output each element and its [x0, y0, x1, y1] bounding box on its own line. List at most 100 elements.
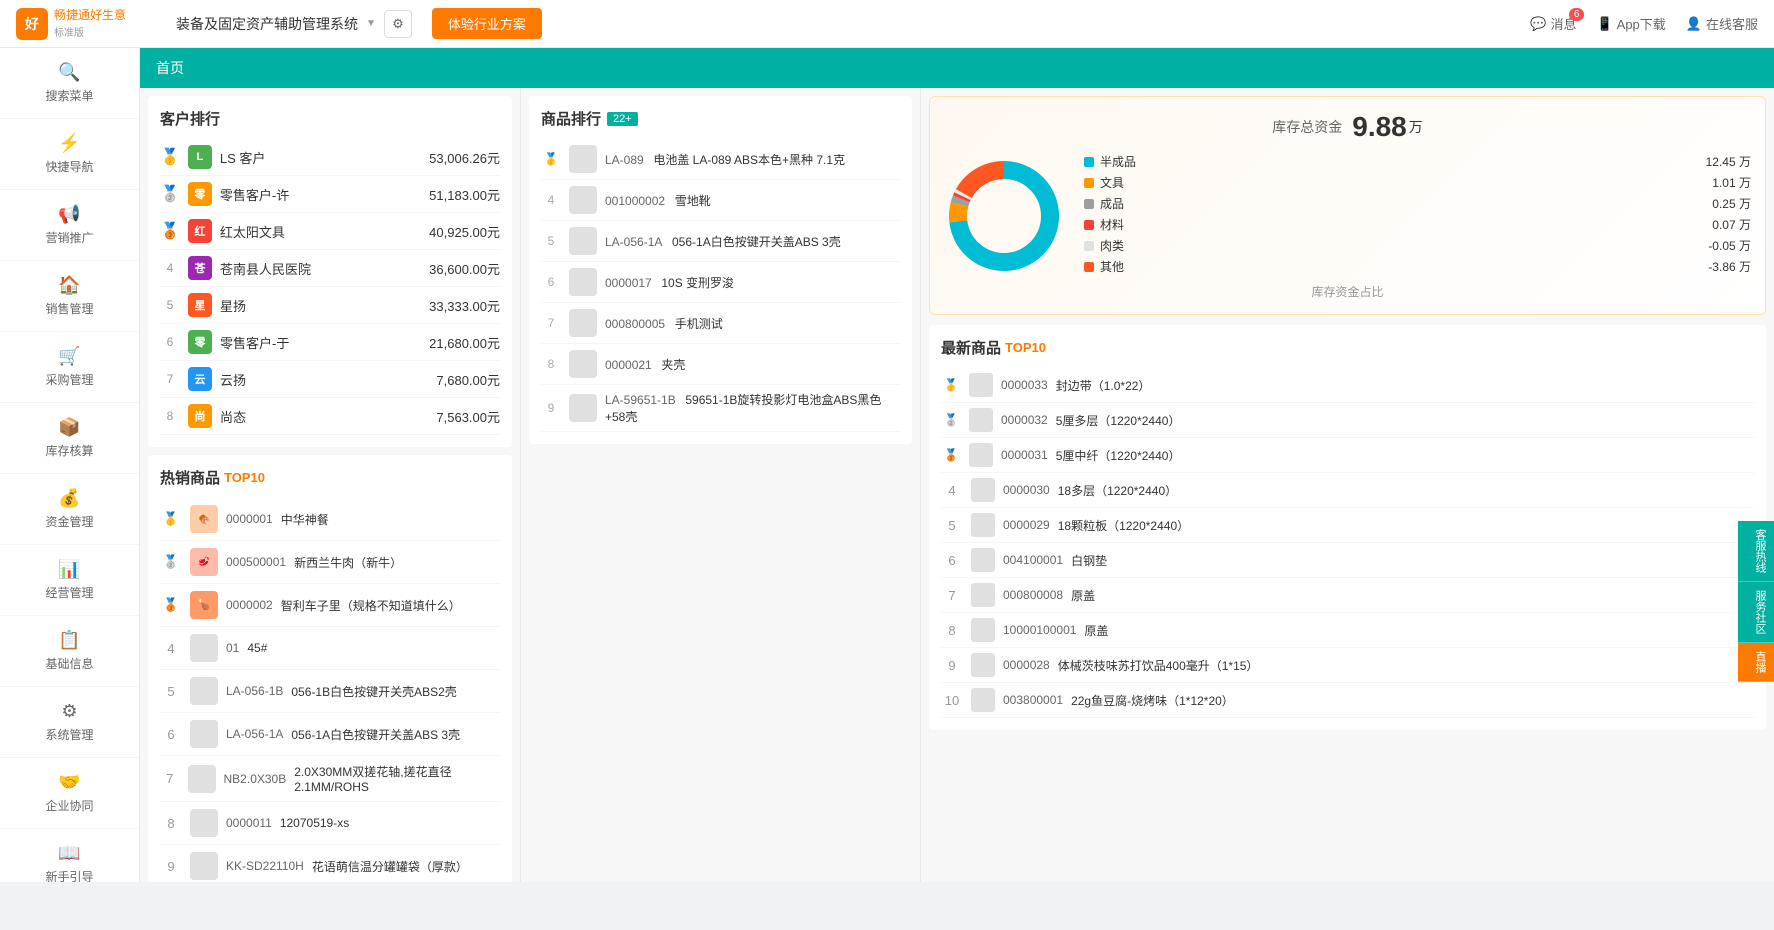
- left-panel: 客户排行 🥇 L LS 客户 53,006.26元 🥈 零 零售客户-许 51,…: [140, 88, 520, 882]
- hot-products-top10: TOP10: [224, 470, 265, 485]
- prod-code: 0000002: [226, 598, 273, 612]
- float-btn-service[interactable]: 客服热线: [1738, 521, 1774, 582]
- purchase-icon: 🛒: [58, 346, 80, 367]
- prod-code: KK-SD22110H: [226, 859, 304, 873]
- legend-name: 肉类: [1100, 237, 1702, 254]
- customer-name: 零售客户-于: [220, 333, 421, 352]
- legend-name: 半成品: [1100, 153, 1700, 170]
- sidebar-item-collab[interactable]: 🤝 企业协同: [0, 758, 139, 829]
- sidebar-item-system[interactable]: ⚙ 系统管理: [0, 687, 139, 758]
- customer-amount: 7,563.00元: [436, 407, 500, 426]
- sidebar-item-marketing-label: 营销推广: [45, 229, 93, 246]
- prod-info: 001000002 雪地靴: [605, 192, 900, 209]
- customer-amount: 21,680.00元: [429, 333, 500, 352]
- marketing-icon: 📢: [58, 204, 80, 225]
- legend-dot: [1084, 241, 1094, 251]
- system-selector: 装备及固定资产辅助管理系统 ▼ ⚙ 体验行业方案: [176, 8, 542, 39]
- rank-number: 6: [160, 335, 180, 349]
- sidebar-item-purchase[interactable]: 🛒 采购管理: [0, 332, 139, 403]
- message-badge: 6: [1569, 8, 1585, 21]
- prod-code: LA-056-1B: [226, 684, 283, 698]
- customer-amount: 36,600.00元: [429, 259, 500, 278]
- legend-name: 其他: [1100, 258, 1702, 275]
- legend-name: 材料: [1100, 216, 1706, 233]
- prod-rank: 9: [541, 401, 561, 415]
- prod-code: LA-056-1A: [226, 727, 283, 741]
- prod-item: 4 001000002 雪地靴: [541, 180, 900, 221]
- inventory-card: 库存总资金 9.88 万: [929, 96, 1766, 315]
- hot-rank: 🥈: [160, 554, 182, 570]
- prod-img: [188, 765, 216, 793]
- sidebar-item-basics[interactable]: 📋 基础信息: [0, 616, 139, 687]
- online-service-icon[interactable]: 👤 在线客服: [1686, 14, 1758, 33]
- new-prod-info: 0000029 18颗粒板（1220*2440）: [1003, 517, 1754, 534]
- prod-rank: 6: [541, 275, 561, 289]
- hot-rank: 🥉: [160, 597, 182, 613]
- new-products-title: 最新商品: [941, 337, 1001, 358]
- new-prod-img: [969, 408, 993, 432]
- prod-img: 🥩: [190, 548, 218, 576]
- hot-prod-item: 7 NB2.0X30B 2.0X30MM双搓花轴,搓花直径2.1MM/ROHS: [160, 756, 500, 802]
- inventory-icon: 📦: [58, 417, 80, 438]
- sidebar-item-finance[interactable]: 💰 资金管理: [0, 474, 139, 545]
- prod-img: 🍗: [190, 591, 218, 619]
- app-download-icon[interactable]: 📱 App下载: [1596, 14, 1665, 33]
- legend-item: 其他 -3.86 万: [1084, 258, 1751, 275]
- gear-button[interactable]: ⚙: [384, 10, 412, 38]
- prod-img: [190, 720, 218, 748]
- new-prod-info: 0000033 封边带（1.0*22）: [1001, 377, 1754, 394]
- new-prod-img: [971, 618, 995, 642]
- sidebar-item-quicknav-label: 快捷导航: [45, 158, 93, 175]
- right-panel: 库存总资金 9.88 万: [920, 88, 1774, 882]
- customer-name: 尚态: [220, 407, 428, 426]
- prod-name: 45#: [247, 641, 267, 655]
- sidebar-item-quicknav[interactable]: ⚡ 快捷导航: [0, 119, 139, 190]
- new-prod-item: 4 0000030 18多层（1220*2440）: [941, 473, 1754, 508]
- prod-info: LA-089 电池盖 LA-089 ABS本色+黑种 7.1克: [605, 151, 900, 168]
- message-icon[interactable]: 💬 消息 6: [1530, 14, 1576, 33]
- prod-img: [569, 350, 597, 378]
- prod-code: 000500001: [226, 555, 286, 569]
- new-prod-img: [971, 548, 995, 572]
- prod-img: [569, 227, 597, 255]
- new-prod-name: 原盖: [1084, 622, 1108, 639]
- prod-rank: 7: [541, 316, 561, 330]
- prod-img: [569, 309, 597, 337]
- customer-rank-card: 客户排行 🥇 L LS 客户 53,006.26元 🥈 零 零售客户-许 51,…: [148, 96, 512, 447]
- trial-button[interactable]: 体验行业方案: [432, 8, 542, 39]
- prod-code: 0000001: [226, 512, 273, 526]
- float-btn-community[interactable]: 服务社区: [1738, 582, 1774, 643]
- prod-info: LA-59651-1B 59651-1B旋转投影灯电池盒ABS黑色+58壳: [605, 391, 900, 425]
- inventory-amount: 9.88: [1352, 111, 1407, 143]
- sidebar-item-guide-label: 新手引导: [45, 868, 93, 882]
- hot-products-header: 热销商品 TOP10: [160, 467, 500, 488]
- sidebar-item-inventory[interactable]: 📦 库存核算: [0, 403, 139, 474]
- finance-icon: 💰: [58, 488, 80, 509]
- customer-rank-title: 客户排行: [160, 111, 220, 128]
- prod-img: 🍖: [190, 505, 218, 533]
- rank-item: 4 苍 苍南县人民医院 36,600.00元: [160, 250, 500, 287]
- rank-number: 5: [160, 298, 180, 312]
- sidebar-item-guide[interactable]: 📖 新手引导: [0, 829, 139, 882]
- rank-number: 4: [160, 261, 180, 275]
- new-prod-img: [969, 443, 993, 467]
- new-prod-item: 10 003800001 22g鱼豆腐-烧烤味（1*12*20）: [941, 683, 1754, 718]
- sidebar-item-sales[interactable]: 🏠 销售管理: [0, 261, 139, 332]
- sidebar-item-search-label: 搜索菜单: [45, 87, 93, 104]
- system-name: 装备及固定资产辅助管理系统: [176, 14, 358, 34]
- sidebar-item-operations[interactable]: 📊 经营管理: [0, 545, 139, 616]
- new-prod-name: 5厘多层（1220*2440）: [1056, 412, 1181, 429]
- dropdown-arrow-icon[interactable]: ▼: [366, 18, 376, 29]
- prod-img: [190, 852, 218, 880]
- legend-dot: [1084, 262, 1094, 272]
- new-products-top10: TOP10: [1005, 340, 1046, 355]
- float-btn-live[interactable]: 直播: [1738, 643, 1774, 682]
- customer-name: 红太阳文具: [220, 222, 421, 241]
- prod-img: [569, 186, 597, 214]
- rank-number: 7: [160, 372, 180, 386]
- new-prod-img: [971, 513, 995, 537]
- sidebar-item-search[interactable]: 🔍 搜索菜单: [0, 48, 139, 119]
- sidebar-item-marketing[interactable]: 📢 营销推广: [0, 190, 139, 261]
- prod-name: 中华神餐: [281, 511, 329, 528]
- operations-icon: 📊: [58, 559, 80, 580]
